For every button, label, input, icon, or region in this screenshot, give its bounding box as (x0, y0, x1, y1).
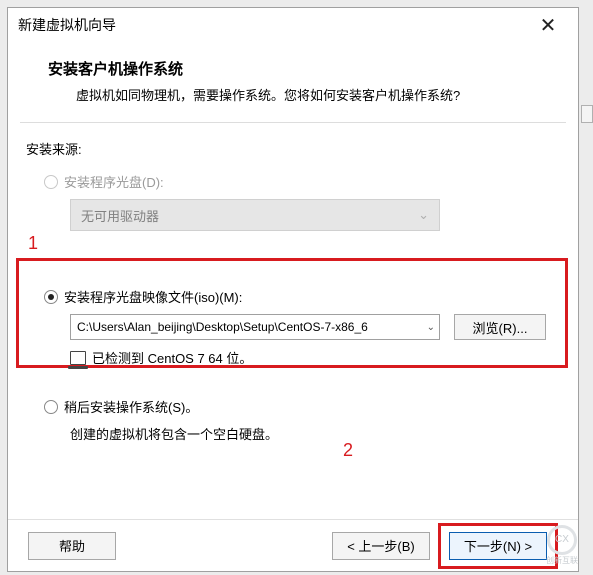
option-later-note: 创建的虚拟机将包含一个空白硬盘。 (70, 424, 560, 443)
chevron-down-icon: ⌄ (427, 322, 435, 333)
new-vm-wizard-dialog: 新建虚拟机向导 ✕ 安装客户机操作系统 虚拟机如同物理机，需要操作系统。您将如何… (7, 7, 579, 572)
next-button[interactable]: 下一步(N) > (449, 532, 547, 560)
next-button-label: 下一步(N) > (464, 536, 532, 555)
option-install-later[interactable]: 稍后安装操作系统(S)。 (44, 397, 560, 416)
button-bar: 帮助 < 上一步(B) 下一步(N) > (8, 519, 578, 571)
browse-button-label: 浏览(R)... (473, 318, 528, 337)
header-title: 安装客户机操作系统 (48, 58, 538, 79)
radio-icon (44, 175, 58, 189)
radio-icon (44, 400, 58, 414)
titlebar: 新建虚拟机向导 ✕ (8, 8, 578, 38)
option-disc-label: 安装程序光盘(D): (64, 172, 164, 191)
help-button-label: 帮助 (59, 536, 85, 555)
detected-os-text: 已检测到 CentOS 7 64 位。 (92, 348, 252, 367)
back-button[interactable]: < 上一步(B) (332, 532, 430, 560)
annotation-number-2: 2 (343, 440, 353, 461)
option-installer-disc[interactable]: 安装程序光盘(D): (44, 172, 560, 191)
iso-path-row: C:\Users\Alan_beijing\Desktop\Setup\Cent… (70, 314, 560, 340)
close-button[interactable]: ✕ (526, 12, 570, 38)
iso-path-combobox[interactable]: C:\Users\Alan_beijing\Desktop\Setup\Cent… (70, 314, 440, 340)
browse-button[interactable]: 浏览(R)... (454, 314, 546, 340)
option-later-label: 稍后安装操作系统(S)。 (64, 397, 198, 416)
option-iso-label: 安装程序光盘映像文件(iso)(M): (64, 287, 242, 306)
header-subtitle: 虚拟机如同物理机，需要操作系统。您将如何安装客户机操作系统? (48, 85, 538, 104)
option-iso-file[interactable]: 安装程序光盘映像文件(iso)(M): (44, 287, 560, 306)
header: 安装客户机操作系统 虚拟机如同物理机，需要操作系统。您将如何安装客户机操作系统? (8, 38, 578, 122)
radio-icon (44, 290, 58, 304)
annotation-number-1: 1 (28, 233, 38, 254)
close-icon: ✕ (540, 13, 557, 38)
chevron-down-icon: ⌄ (418, 207, 429, 223)
monitor-icon (70, 351, 86, 365)
iso-path-text: C:\Users\Alan_beijing\Desktop\Setup\Cent… (77, 320, 368, 334)
annotation-highlight-box-2: 下一步(N) > (438, 523, 558, 569)
dialog-title: 新建虚拟机向导 (18, 15, 116, 35)
dialog-body: 安装来源: 安装程序光盘(D): 无可用驱动器 ⌄ 1 安装程序光盘映像文件(i… (8, 123, 578, 453)
background-tab-fragment (581, 105, 593, 123)
install-source-label: 安装来源: (26, 139, 560, 158)
dropdown-text: 无可用驱动器 (81, 206, 159, 225)
detected-os-row: 已检测到 CentOS 7 64 位。 (70, 348, 560, 367)
disc-drive-dropdown: 无可用驱动器 ⌄ (70, 199, 440, 231)
help-button[interactable]: 帮助 (28, 532, 116, 560)
back-button-label: < 上一步(B) (347, 536, 415, 555)
